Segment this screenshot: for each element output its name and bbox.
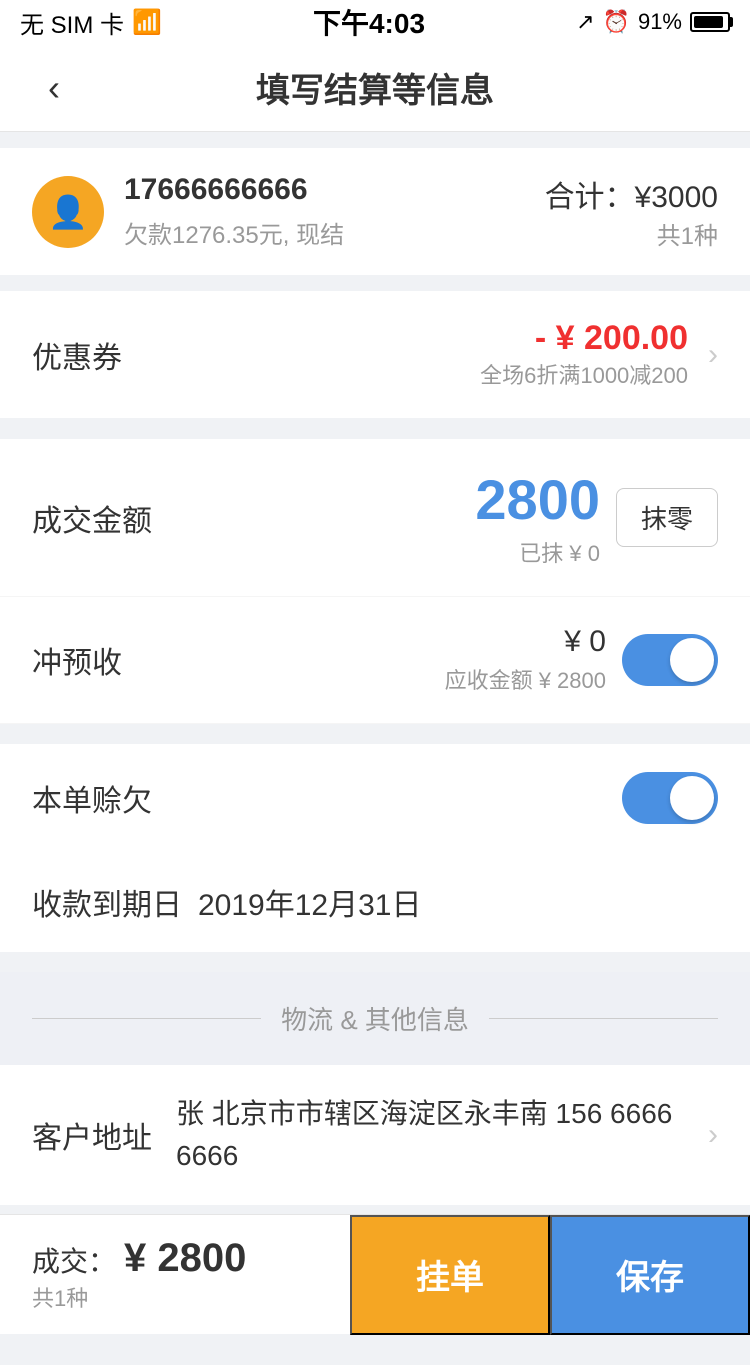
customer-right: 合计：¥3000 共1种 <box>545 172 718 251</box>
wiped-label: 已抹 ¥ 0 <box>519 536 600 568</box>
avatar: 👤 <box>32 176 104 248</box>
deal-row: 成交： ¥ 2800 <box>32 1236 318 1281</box>
debit-row: 本单赊欠 <box>0 744 750 852</box>
divider-4 <box>0 952 750 972</box>
address-chevron-icon: › <box>708 1118 718 1152</box>
coupon-chevron-icon: › <box>708 338 718 372</box>
nav-bar: ‹ 填写结算等信息 <box>0 44 750 132</box>
customer-debt: 欠款1276.35元, 现结 <box>124 215 344 250</box>
battery-icon <box>690 12 730 32</box>
back-icon: ‹ <box>48 67 60 109</box>
debit-toggle[interactable] <box>622 772 718 824</box>
wifi-icon: 📶 <box>132 8 162 37</box>
prepay-amount-col: ¥ 0 应收金额 ¥ 2800 <box>445 625 606 695</box>
bottom-summary: 成交： ¥ 2800 共1种 <box>0 1236 350 1313</box>
divider-3 <box>0 724 750 744</box>
prepay-amount: ¥ 0 <box>564 625 606 659</box>
deal-label: 成交： <box>32 1240 116 1280</box>
form-section: 成交金额 2800 已抹 ¥ 0 抹零 冲预收 ¥ 0 应收金额 ¥ 2800 <box>0 439 750 724</box>
time-label: 下午4:03 <box>313 2 425 42</box>
address-value: 张 北京市市辖区海淀区永丰南 156 6666 6666 <box>176 1093 700 1177</box>
prepay-right: ¥ 0 应收金额 ¥ 2800 <box>445 625 718 695</box>
divider-1 <box>0 275 750 291</box>
coupon-right: - ¥ 200.00 全场6折满1000减200 › <box>480 319 718 390</box>
round-zero-button[interactable]: 抹零 <box>616 488 718 547</box>
debit-label: 本单赊欠 <box>32 776 152 820</box>
back-button[interactable]: ‹ <box>24 58 84 118</box>
prepay-label: 冲预收 <box>32 638 122 682</box>
line-right <box>489 1018 718 1019</box>
due-date-value: 2019年12月31日 <box>198 880 421 924</box>
prepay-toggle[interactable] <box>622 634 718 686</box>
battery-label: 91% <box>638 9 682 35</box>
logistics-label: 物流 & 其他信息 <box>281 1000 469 1037</box>
transaction-right: 2800 已抹 ¥ 0 抹零 <box>475 467 718 568</box>
hang-button[interactable]: 挂单 <box>350 1215 550 1335</box>
due-date-row: 收款到期日 2019年12月31日 <box>0 852 750 952</box>
transaction-amount: 2800 <box>475 467 600 532</box>
carrier-label: 无 SIM 卡 <box>20 5 124 40</box>
alarm-icon: ⏰ <box>603 9 630 35</box>
coupon-row[interactable]: 优惠券 - ¥ 200.00 全场6折满1000减200 › <box>0 291 750 419</box>
total-amount: 合计：¥3000 <box>545 172 718 216</box>
status-left: 无 SIM 卡 📶 <box>20 5 162 40</box>
address-label: 客户地址 <box>32 1113 152 1157</box>
deal-amount: ¥ 2800 <box>124 1236 246 1281</box>
toggle-knob <box>670 638 714 682</box>
bottom-bar: 成交： ¥ 2800 共1种 挂单 保存 <box>0 1214 750 1334</box>
page-title: 填写结算等信息 <box>256 63 494 112</box>
line-left <box>32 1018 261 1019</box>
address-right: › <box>700 1118 718 1152</box>
prepay-row: 冲预收 ¥ 0 应收金额 ¥ 2800 <box>0 597 750 724</box>
deal-count: 共1种 <box>32 1281 318 1313</box>
address-row[interactable]: 客户地址 张 北京市市辖区海淀区永丰南 156 6666 6666 › <box>0 1065 750 1205</box>
avatar-icon: 👤 <box>48 193 88 231</box>
coupon-label: 优惠券 <box>32 333 122 377</box>
debit-toggle-knob <box>670 776 714 820</box>
customer-card: 👤 17666666666 欠款1276.35元, 现结 合计：¥3000 共1… <box>0 148 750 275</box>
due-date-label: 收款到期日 <box>32 880 182 924</box>
transaction-row: 成交金额 2800 已抹 ¥ 0 抹零 <box>0 439 750 597</box>
transaction-label: 成交金额 <box>32 496 152 540</box>
coupon-desc: 全场6折满1000减200 <box>480 358 688 390</box>
divider-2 <box>0 419 750 439</box>
location-icon: ↗ <box>576 9 594 35</box>
prepay-desc: 应收金额 ¥ 2800 <box>445 663 606 695</box>
status-right: ↗ ⏰ 91% <box>576 9 730 35</box>
save-button[interactable]: 保存 <box>550 1215 750 1335</box>
customer-left: 👤 17666666666 欠款1276.35元, 现结 <box>32 173 344 250</box>
customer-phone: 17666666666 <box>124 173 344 207</box>
transaction-amount-col: 2800 已抹 ¥ 0 <box>475 467 600 568</box>
total-count: 共1种 <box>545 216 718 251</box>
coupon-amount: - ¥ 200.00 <box>480 319 688 358</box>
customer-info: 17666666666 欠款1276.35元, 现结 <box>124 173 344 250</box>
status-bar: 无 SIM 卡 📶 下午4:03 ↗ ⏰ 91% <box>0 0 750 44</box>
logistics-divider: 物流 & 其他信息 <box>0 972 750 1065</box>
